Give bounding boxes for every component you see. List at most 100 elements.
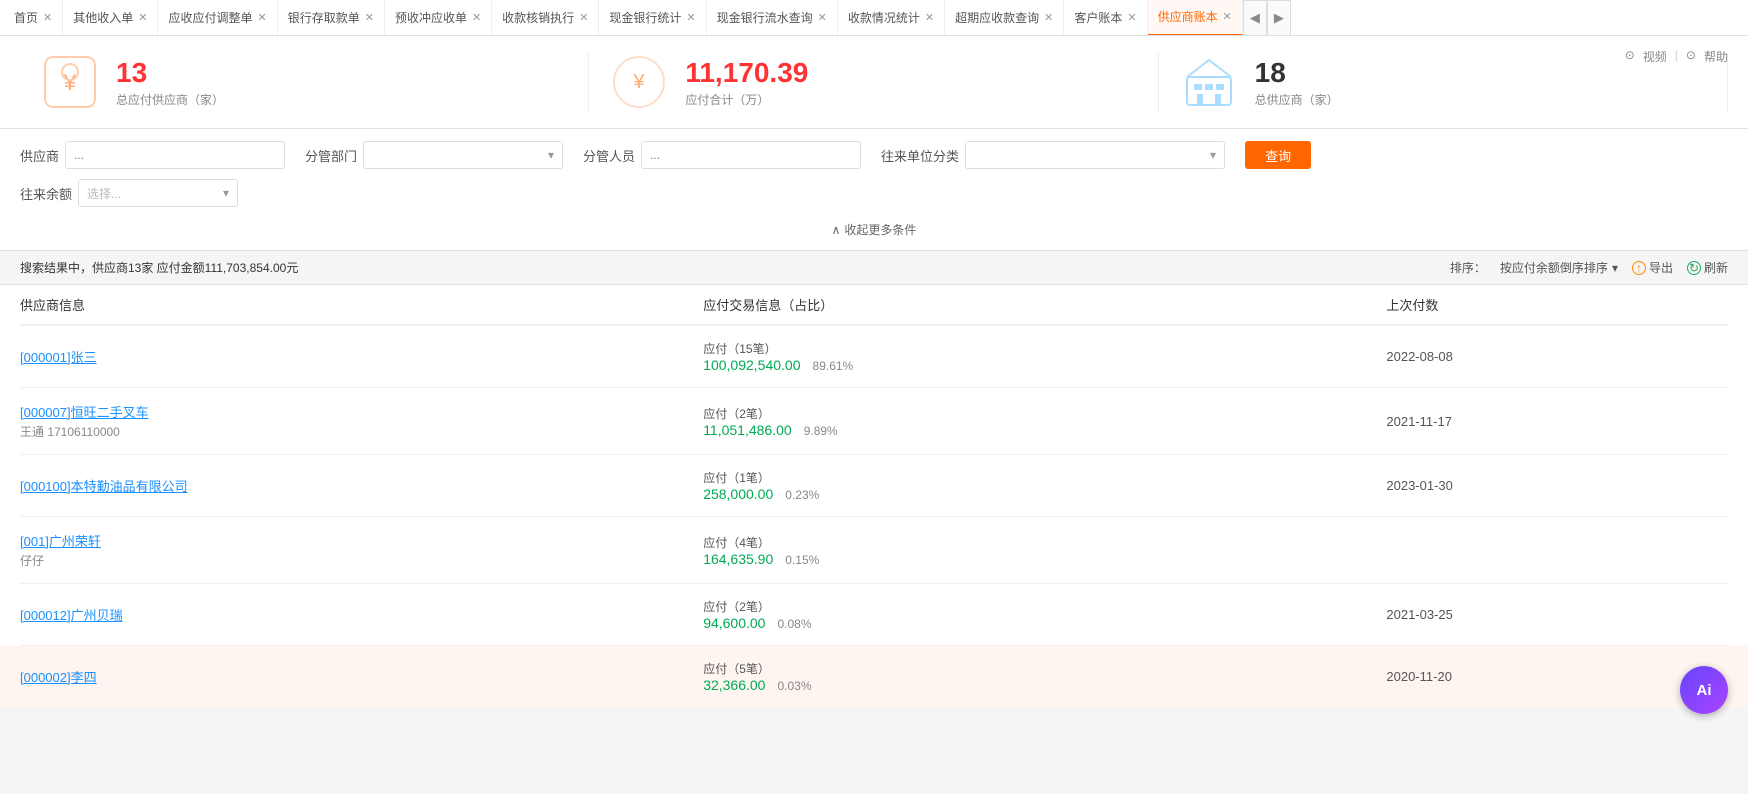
svg-text:¥: ¥ (63, 70, 77, 95)
supplier-link-4[interactable]: [000012]广州贝瑞 (20, 605, 703, 624)
nav-prev-arrow[interactable]: ◀ (1243, 0, 1267, 36)
supplier-link-5[interactable]: [000002]李四 (20, 667, 703, 686)
tx-amount-2[interactable]: 258,000.00 (703, 486, 773, 502)
col-header-supplier: 供应商信息 (20, 295, 703, 314)
refresh-icon: ↻ (1687, 261, 1701, 275)
close-icon[interactable]: ✕ (579, 11, 588, 24)
tx-label-1: 应付（2笔） (703, 405, 1386, 422)
last-pay-0: 2022-08-08 (1386, 349, 1728, 364)
tx-row-0: 100,092,540.00 89.61% (703, 357, 1386, 373)
sort-button[interactable]: 按应付余额倒序排序 ▾ (1500, 259, 1618, 276)
col-header-lastpay: 上次付数 (1386, 295, 1728, 314)
filter-category: 往来单位分类 ▾ (881, 141, 1225, 169)
help-link[interactable]: 帮助 (1704, 48, 1728, 65)
balance-filter-label: 往来余额 (20, 184, 72, 203)
balance-dropdown-icon: ▾ (223, 186, 229, 200)
nav-tab-adjust[interactable]: 应收应付调整单 ✕ (158, 0, 277, 36)
nav-tab-home[interactable]: 首页 ✕ (4, 0, 63, 36)
supplier-link-2[interactable]: [000100]本特勤油品有限公司 (20, 476, 703, 495)
tx-label-0: 应付（15笔） (703, 340, 1386, 357)
supplier-link-3[interactable]: [001]广州荣轩 (20, 531, 703, 550)
nav-tab-overdue[interactable]: 超期应收款查询 ✕ (945, 0, 1064, 36)
tx-amount-1[interactable]: 11,051,486.00 (703, 422, 792, 438)
filter-section: 供应商 分管部门 ▾ 分管人员 往来单位分类 ▾ 查询 往来余额 选择 (0, 129, 1748, 251)
supplier-input[interactable] (65, 141, 285, 169)
export-icon: ↑ (1632, 261, 1646, 275)
total-payable-label: 应付合计（万） (685, 91, 808, 108)
category-dropdown-icon: ▾ (1210, 148, 1216, 162)
tx-cell-3: 应付（4笔） 164,635.90 0.15% (703, 534, 1386, 567)
nav-tab-customer-ledger[interactable]: 客户账本 ✕ (1064, 0, 1147, 36)
tx-label-5: 应付（5笔） (703, 660, 1386, 677)
export-button[interactable]: ↑ 导出 (1632, 259, 1673, 276)
supplier-cell-5: [000002]李四 (20, 667, 703, 686)
tx-percent-2: 0.23% (785, 488, 819, 502)
balance-select[interactable]: 选择... ▾ (78, 179, 238, 207)
close-icon[interactable]: ✕ (925, 11, 934, 24)
refresh-button[interactable]: ↻ 刷新 (1687, 259, 1728, 276)
balance-placeholder: 选择... (87, 185, 121, 202)
close-icon[interactable]: ✕ (1223, 10, 1232, 23)
nav-tab-cashflow[interactable]: 现金银行流水查询 ✕ (707, 0, 838, 36)
collapse-filter-button[interactable]: ∧ 收起更多条件 (20, 217, 1728, 242)
tx-row-5: 32,366.00 0.03% (703, 677, 1386, 693)
filter-supplier: 供应商 (20, 141, 285, 169)
last-pay-2: 2023-01-30 (1386, 478, 1728, 493)
table-row: [000007]恒旺二手叉车 王通 17106110000 应付（2笔） 11,… (20, 388, 1728, 455)
close-icon[interactable]: ✕ (1127, 11, 1136, 24)
nav-tab-bank[interactable]: 银行存取款单 ✕ (278, 0, 385, 36)
video-icon: ⊙ (1625, 48, 1635, 65)
tx-cell-2: 应付（1笔） 258,000.00 0.23% (703, 469, 1386, 502)
tx-row-1: 11,051,486.00 9.89% (703, 422, 1386, 438)
tx-row-3: 164,635.90 0.15% (703, 551, 1386, 567)
video-link[interactable]: 视频 (1643, 48, 1667, 65)
total-supplier-icon (1179, 52, 1239, 112)
close-icon[interactable]: ✕ (1044, 11, 1053, 24)
ai-assistant-button[interactable]: Ai (1680, 666, 1728, 714)
tx-amount-3[interactable]: 164,635.90 (703, 551, 773, 567)
search-button[interactable]: 查询 (1245, 141, 1311, 169)
close-icon[interactable]: ✕ (257, 11, 266, 24)
tx-percent-5: 0.03% (777, 679, 811, 693)
card1-content: 13 总应付供应商（家） (116, 56, 224, 109)
nav-tab-advance[interactable]: 预收冲应收单 ✕ (385, 0, 492, 36)
close-icon[interactable]: ✕ (818, 11, 827, 24)
total-suppliers-count: 18 (1255, 56, 1339, 90)
tx-amount-5[interactable]: 32,366.00 (703, 677, 765, 693)
category-filter-label: 往来单位分类 (881, 146, 959, 165)
tx-percent-1: 9.89% (804, 424, 838, 438)
person-input[interactable] (641, 141, 861, 169)
supplier-sub-1: 王通 17106110000 (20, 423, 703, 440)
data-table: 供应商信息 应付交易信息（占比） 上次付数 [000001]张三 应付（15笔）… (0, 285, 1748, 707)
close-icon[interactable]: ✕ (472, 11, 481, 24)
supplier-link-0[interactable]: [000001]张三 (20, 347, 703, 366)
nav-next-arrow[interactable]: ▶ (1267, 0, 1291, 36)
collapse-up-icon: ∧ (832, 223, 841, 237)
link-separator: | (1675, 48, 1678, 65)
dept-filter-label: 分管部门 (305, 146, 357, 165)
nav-tab-supplier-ledger[interactable]: 供应商账本 ✕ (1148, 0, 1243, 36)
tx-cell-0: 应付（15笔） 100,092,540.00 89.61% (703, 340, 1386, 373)
last-pay-1: 2021-11-17 (1386, 414, 1728, 429)
person-filter-label: 分管人员 (583, 146, 635, 165)
tx-percent-4: 0.08% (777, 617, 811, 631)
close-icon[interactable]: ✕ (138, 11, 147, 24)
close-icon[interactable]: ✕ (686, 11, 695, 24)
nav-tab-cash-stat[interactable]: 现金银行统计 ✕ (599, 0, 706, 36)
summary-card-payable-suppliers: ¥ 13 总应付供应商（家） (20, 52, 589, 112)
dept-select[interactable]: ▾ (363, 141, 563, 169)
close-icon-home[interactable]: ✕ (43, 11, 52, 24)
close-icon[interactable]: ✕ (365, 11, 374, 24)
tx-amount-4[interactable]: 94,600.00 (703, 615, 765, 631)
nav-tab-other-income[interactable]: 其他收入单 ✕ (63, 0, 158, 36)
nav-tab-collection[interactable]: 收款核销执行 ✕ (492, 0, 599, 36)
nav-tab-receipt-stat[interactable]: 收款情况统计 ✕ (838, 0, 945, 36)
last-pay-5: 2020-11-20 (1386, 669, 1728, 684)
filter-balance: 往来余额 选择... ▾ (20, 179, 238, 207)
dept-dropdown-icon: ▾ (548, 148, 554, 162)
tx-amount-0[interactable]: 100,092,540.00 (703, 357, 800, 373)
supplier-link-1[interactable]: [000007]恒旺二手叉车 (20, 402, 703, 421)
category-select[interactable]: ▾ (965, 141, 1225, 169)
table-row: [000001]张三 应付（15笔） 100,092,540.00 89.61%… (20, 326, 1728, 388)
table-row: [001]广州荣轩 仔仔 应付（4笔） 164,635.90 0.15% (20, 517, 1728, 584)
